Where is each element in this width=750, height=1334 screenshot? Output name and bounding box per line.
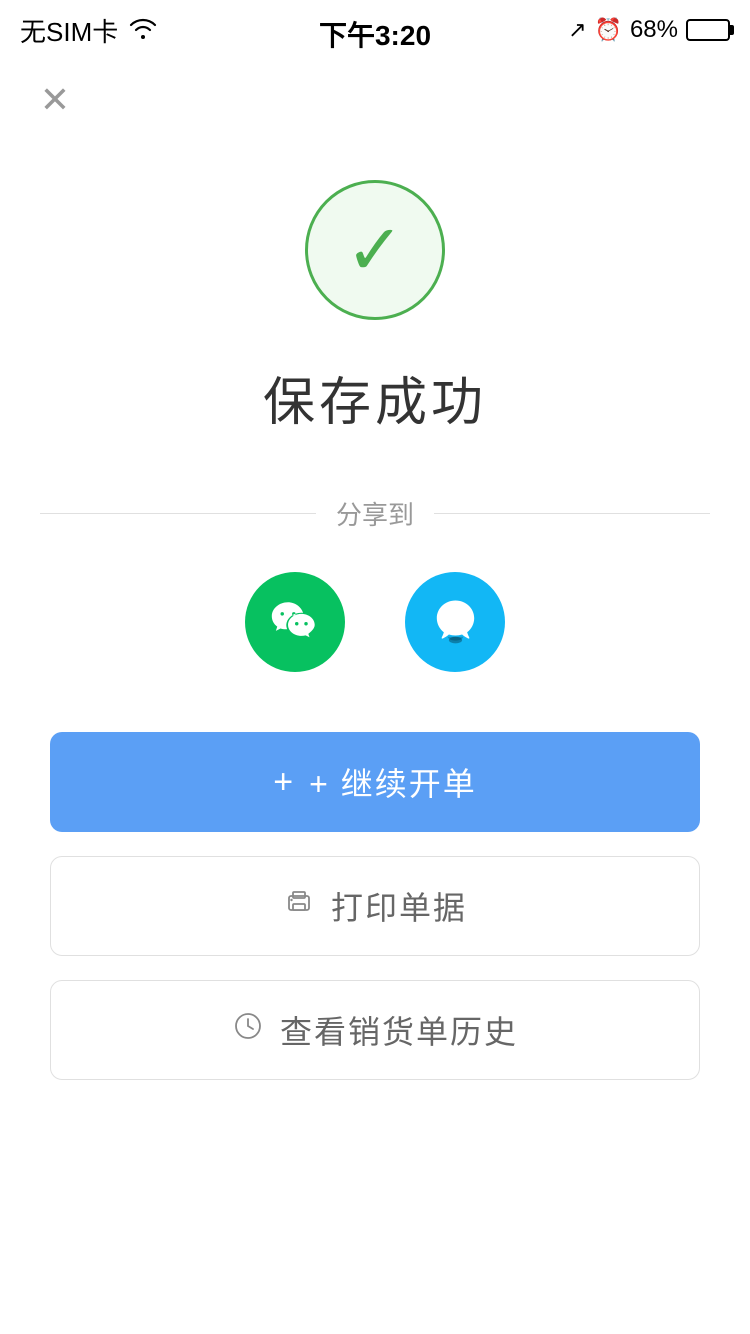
actions: + + 继续开单 打印单据 查看销货单历史 — [40, 732, 710, 1080]
history-icon — [232, 1010, 264, 1050]
success-circle: ✓ — [305, 180, 445, 320]
print-label: 打印单据 — [331, 883, 467, 929]
carrier-text: 无SIM卡 — [20, 12, 118, 49]
history-label: 查看销货单历史 — [280, 1007, 518, 1053]
share-section: 分享到 — [40, 495, 710, 672]
main-content: ✓ 保存成功 分享到 — [0, 140, 750, 1080]
print-icon — [283, 886, 315, 926]
share-divider: 分享到 — [40, 495, 710, 532]
qq-share-button[interactable] — [405, 572, 505, 672]
battery-percent: 68% — [630, 16, 678, 44]
qq-icon — [428, 595, 483, 650]
share-icons — [40, 572, 710, 672]
print-button[interactable]: 打印单据 — [50, 856, 700, 956]
wifi-icon — [128, 15, 158, 46]
battery-icon — [686, 19, 730, 41]
status-time: 下午3:20 — [319, 14, 431, 54]
continue-label: + 继续开单 — [309, 759, 477, 805]
divider-right — [434, 513, 710, 514]
close-icon: ✕ — [40, 82, 70, 118]
location-icon: ↗ — [568, 17, 586, 43]
continue-order-button[interactable]: + + 继续开单 — [50, 732, 700, 832]
wechat-share-button[interactable] — [245, 572, 345, 672]
nav-bar: ✕ — [0, 60, 750, 140]
share-label: 分享到 — [336, 495, 414, 532]
status-right: ↗ ⏰ 68% — [568, 16, 730, 44]
continue-icon: + — [273, 763, 293, 802]
close-button[interactable]: ✕ — [30, 75, 80, 125]
history-button[interactable]: 查看销货单历史 — [50, 980, 700, 1080]
status-bar: 无SIM卡 下午3:20 ↗ ⏰ 68% — [0, 0, 750, 60]
status-left: 无SIM卡 — [20, 12, 158, 49]
success-title: 保存成功 — [263, 360, 487, 435]
alarm-icon: ⏰ — [595, 17, 622, 43]
divider-left — [40, 513, 316, 514]
checkmark-icon: ✓ — [346, 215, 405, 285]
wechat-icon — [266, 593, 324, 651]
